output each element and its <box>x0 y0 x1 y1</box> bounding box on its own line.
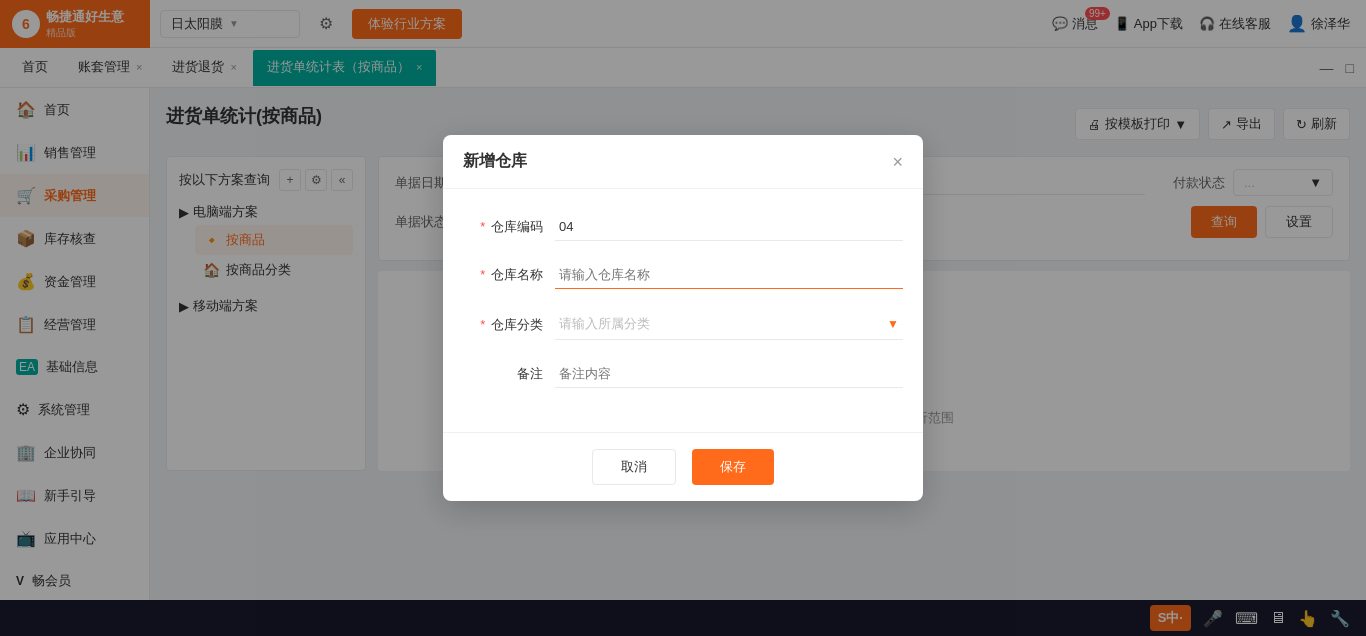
required-star-category: * <box>480 317 485 332</box>
form-row-category: * 仓库分类 请输入所属分类 ▼ <box>463 309 903 340</box>
new-warehouse-modal: 新增仓库 × * 仓库编码 * 仓库名称 <box>443 135 923 501</box>
modal-title: 新增仓库 <box>463 151 527 172</box>
name-label: * 仓库名称 <box>463 266 543 284</box>
modal-close-button[interactable]: × <box>892 153 903 171</box>
remark-label: 备注 <box>463 365 543 383</box>
warehouse-name-wrapper <box>555 261 903 289</box>
warehouse-code-input[interactable] <box>555 213 903 241</box>
required-star-name: * <box>480 267 485 282</box>
form-row-name: * 仓库名称 <box>463 261 903 289</box>
code-label: * 仓库编码 <box>463 218 543 236</box>
modal-footer: 取消 保存 <box>443 432 923 501</box>
modal-overlay: 新增仓库 × * 仓库编码 * 仓库名称 <box>0 0 1366 636</box>
form-row-remark: 备注 <box>463 360 903 388</box>
required-star-code: * <box>480 219 485 234</box>
cancel-button[interactable]: 取消 <box>592 449 676 485</box>
modal-body: * 仓库编码 * 仓库名称 * 仓库分类 <box>443 189 923 432</box>
save-button[interactable]: 保存 <box>692 449 774 485</box>
category-dropdown-arrow: ▼ <box>887 317 899 331</box>
category-placeholder: 请输入所属分类 <box>559 315 650 333</box>
warehouse-name-input[interactable] <box>555 261 903 288</box>
warehouse-category-select[interactable]: 请输入所属分类 ▼ <box>555 309 903 340</box>
modal-header: 新增仓库 × <box>443 135 923 189</box>
category-label: * 仓库分类 <box>463 316 543 334</box>
remark-input[interactable] <box>555 360 903 388</box>
form-row-code: * 仓库编码 <box>463 213 903 241</box>
